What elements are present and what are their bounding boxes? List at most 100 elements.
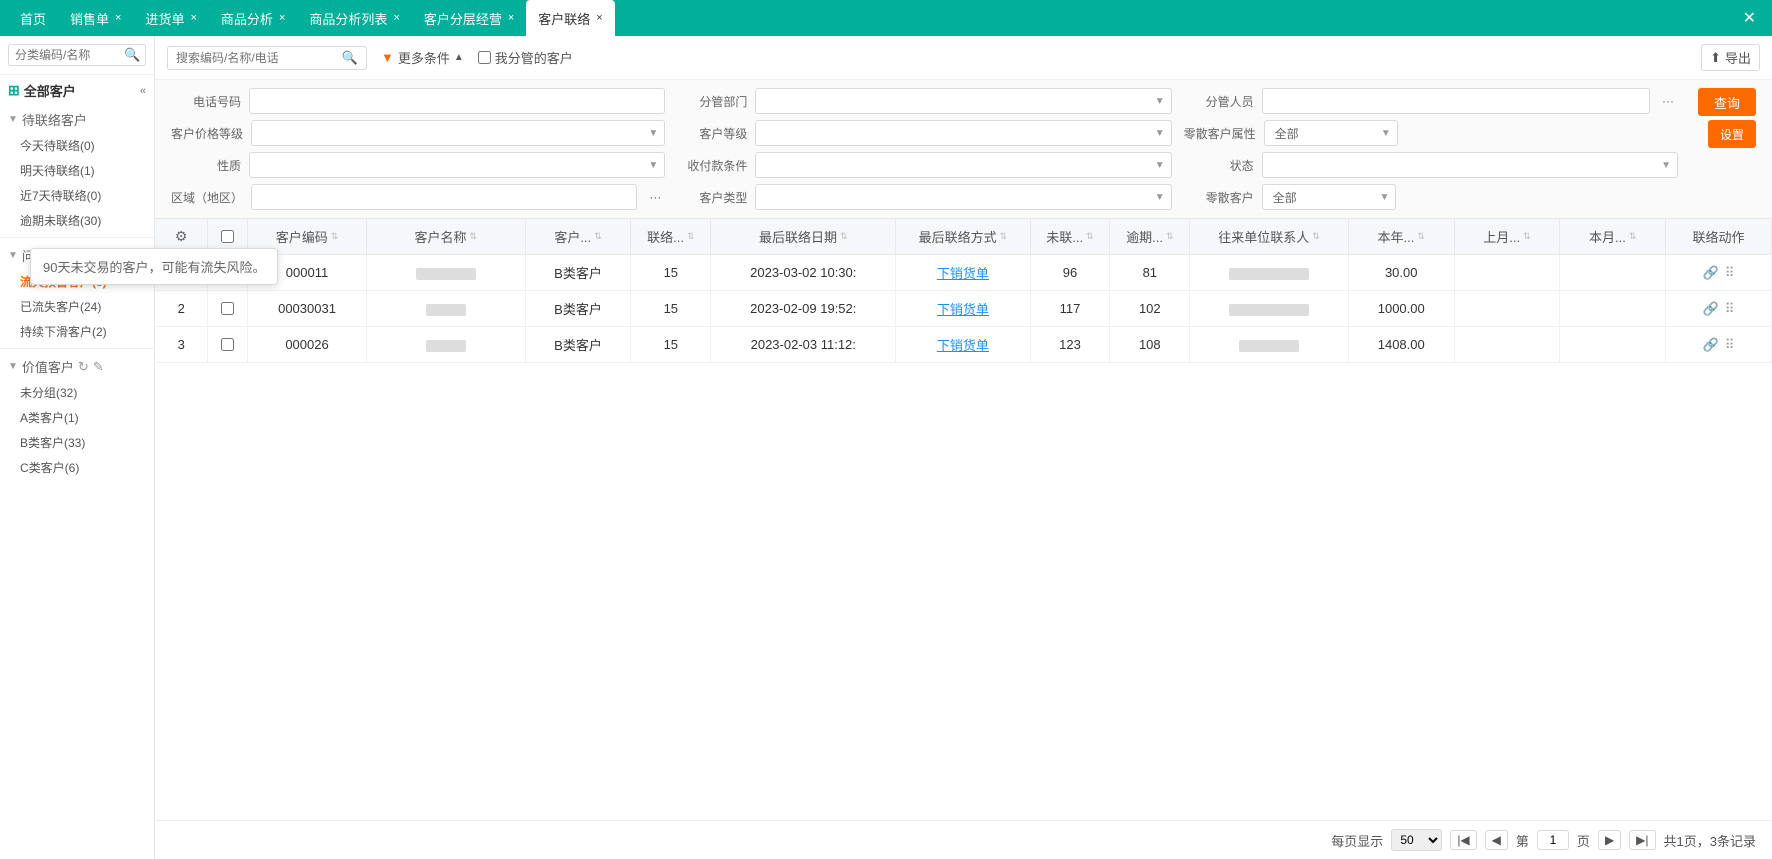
- page-input[interactable]: [1537, 830, 1569, 850]
- status-select[interactable]: ▼: [1262, 152, 1678, 178]
- my-customers-checkbox-wrap[interactable]: 我分管的客户: [478, 48, 573, 67]
- sidebar-collapse-btn[interactable]: «: [140, 85, 146, 97]
- nav-tab-customer-layer[interactable]: 客户分层经营 ×: [412, 0, 526, 36]
- filter-cell-retail-attr: 零散客户属性 全部 ▼: [1184, 120, 1690, 146]
- last-page-btn[interactable]: ▶|: [1629, 830, 1655, 850]
- th-unit-contact[interactable]: 往来单位联系人 ⇅: [1190, 219, 1349, 255]
- sidebar-item-class-a[interactable]: A类客户(1): [0, 405, 154, 430]
- row1-way[interactable]: 下销货单: [896, 255, 1030, 291]
- retail-select[interactable]: 全部 ▼: [1262, 184, 1397, 210]
- search-input-wrap: 🔍: [167, 46, 367, 70]
- row2-this-year: 1000.00: [1348, 291, 1454, 327]
- retail-label: 零散客户: [1184, 189, 1254, 206]
- th-type[interactable]: 客户... ⇅: [525, 219, 631, 255]
- row2-checkbox[interactable]: [221, 302, 234, 315]
- row3-more-icon[interactable]: ⠿: [1725, 337, 1735, 353]
- close-tab-customer-link-icon[interactable]: ×: [596, 12, 602, 24]
- sidebar-item-week[interactable]: 近7天待联络(0): [0, 183, 154, 208]
- more-conditions-btn[interactable]: ▼ 更多条件 ▲: [375, 45, 470, 70]
- th-date[interactable]: 最后联络日期 ⇅: [711, 219, 896, 255]
- main-search-icon[interactable]: 🔍: [342, 50, 358, 66]
- sidebar-all-customers[interactable]: ⊞ 全部客户 «: [0, 75, 154, 106]
- sidebar-item-overdue[interactable]: 逾期未联络(30): [0, 208, 154, 233]
- sort-icon-last-month: ⇅: [1523, 231, 1531, 242]
- nature-select[interactable]: ▼: [249, 152, 665, 178]
- row2-last-month: [1454, 291, 1560, 327]
- person-input[interactable]: [1262, 88, 1650, 114]
- row3-check[interactable]: [208, 327, 248, 363]
- per-page-select[interactable]: 50 100 200: [1391, 829, 1442, 851]
- close-tab-purchase-icon[interactable]: ×: [190, 12, 196, 24]
- row1-more-icon[interactable]: ⠿: [1725, 265, 1735, 281]
- row1-link-icon[interactable]: 🔗: [1703, 265, 1719, 281]
- person-more-btn[interactable]: ···: [1658, 94, 1678, 108]
- edit-icon[interactable]: ✎: [93, 359, 104, 375]
- sidebar-item-churned[interactable]: 已流失客户(24): [0, 294, 154, 319]
- row3-link-icon[interactable]: 🔗: [1703, 337, 1719, 353]
- next-page-btn[interactable]: ▶: [1598, 830, 1621, 850]
- row3-checkbox[interactable]: [221, 338, 234, 351]
- phone-input[interactable]: [249, 88, 665, 114]
- sort-icon-unit: ⇅: [1312, 231, 1320, 242]
- th-unlinked[interactable]: 未联... ⇅: [1030, 219, 1110, 255]
- settings-gear-icon[interactable]: ⚙: [175, 228, 188, 244]
- close-tab-sales-icon[interactable]: ×: [115, 12, 121, 24]
- nav-tab-analysis[interactable]: 商品分析 ×: [209, 0, 297, 36]
- nav-tab-customer-link[interactable]: 客户联络 ×: [526, 0, 614, 36]
- main-layout: 🔍 ⊞ 全部客户 « ▼ 待联络客户 今天待联络(0) 明天待联络(1) 近7天…: [0, 36, 1772, 859]
- th-way[interactable]: 最后联络方式 ⇅: [896, 219, 1030, 255]
- th-contact[interactable]: 联络... ⇅: [631, 219, 711, 255]
- sidebar-item-declining[interactable]: 持续下滑客户(2): [0, 319, 154, 344]
- close-tab-analysis-list-icon[interactable]: ×: [393, 12, 399, 24]
- th-name[interactable]: 客户名称 ⇅: [367, 219, 526, 255]
- row3-way[interactable]: 下销货单: [896, 327, 1030, 363]
- sidebar-item-today[interactable]: 今天待联络(0): [0, 133, 154, 158]
- th-overdue[interactable]: 逾期... ⇅: [1110, 219, 1190, 255]
- payment-select[interactable]: ▼: [755, 152, 1171, 178]
- data-table: ⚙ 客户编码 ⇅: [155, 219, 1772, 363]
- cust-level-select[interactable]: ▼: [755, 120, 1171, 146]
- prev-page-btn[interactable]: ◀: [1485, 830, 1508, 850]
- sidebar-item-class-b[interactable]: B类客户(33): [0, 430, 154, 455]
- row3-way-link[interactable]: 下销货单: [937, 338, 989, 353]
- region-more-btn[interactable]: ···: [645, 190, 665, 204]
- cust-type-select[interactable]: ▼: [755, 184, 1171, 210]
- row2-way[interactable]: 下销货单: [896, 291, 1030, 327]
- export-btn[interactable]: ⬆ 导出: [1701, 44, 1760, 71]
- th-last-month[interactable]: 上月... ⇅: [1454, 219, 1560, 255]
- row2-link-icon[interactable]: 🔗: [1703, 301, 1719, 317]
- arrow-down-icon-2: ▼: [8, 250, 18, 261]
- retail-attr-select[interactable]: 全部 ▼: [1264, 120, 1398, 146]
- th-this-year[interactable]: 本年... ⇅: [1348, 219, 1454, 255]
- refresh-icon[interactable]: ↻: [78, 359, 89, 375]
- nav-home[interactable]: 首页: [8, 9, 58, 28]
- row3-contact: 15: [631, 327, 711, 363]
- select-all-checkbox[interactable]: [221, 230, 234, 243]
- query-btn[interactable]: 查询: [1698, 88, 1756, 116]
- settings-btn[interactable]: 设置: [1708, 120, 1756, 148]
- row2-more-icon[interactable]: ⠿: [1725, 301, 1735, 317]
- row1-this-month: [1560, 255, 1666, 291]
- price-level-select[interactable]: ▼: [251, 120, 665, 146]
- sidebar-item-ungroup[interactable]: 未分组(32): [0, 380, 154, 405]
- row1-unit: [1190, 255, 1349, 291]
- close-tab-analysis-icon[interactable]: ×: [279, 12, 285, 24]
- nav-tab-purchase[interactable]: 进货单 ×: [133, 0, 208, 36]
- row1-way-link[interactable]: 下销货单: [937, 266, 989, 281]
- sidebar-section-pending[interactable]: ▼ 待联络客户: [0, 106, 154, 133]
- main-search-input[interactable]: [176, 51, 342, 65]
- sidebar-section-value[interactable]: ▼ 价值客户 ↻ ✎: [0, 353, 154, 380]
- close-tab-customer-layer-icon[interactable]: ×: [508, 12, 514, 24]
- th-this-month[interactable]: 本月... ⇅: [1560, 219, 1666, 255]
- row2-check[interactable]: [208, 291, 248, 327]
- dept-select[interactable]: ▼: [755, 88, 1171, 114]
- sidebar-item-class-c[interactable]: C类客户(6): [0, 455, 154, 480]
- window-close-icon[interactable]: ✕: [1735, 8, 1764, 28]
- nav-tab-sales[interactable]: 销售单 ×: [58, 0, 133, 36]
- row2-way-link[interactable]: 下销货单: [937, 302, 989, 317]
- nav-tab-analysis-list[interactable]: 商品分析列表 ×: [297, 0, 411, 36]
- sidebar-item-tomorrow[interactable]: 明天待联络(1): [0, 158, 154, 183]
- my-customers-checkbox[interactable]: [478, 51, 491, 64]
- first-page-btn[interactable]: |◀: [1450, 830, 1476, 850]
- region-input[interactable]: [251, 184, 637, 210]
